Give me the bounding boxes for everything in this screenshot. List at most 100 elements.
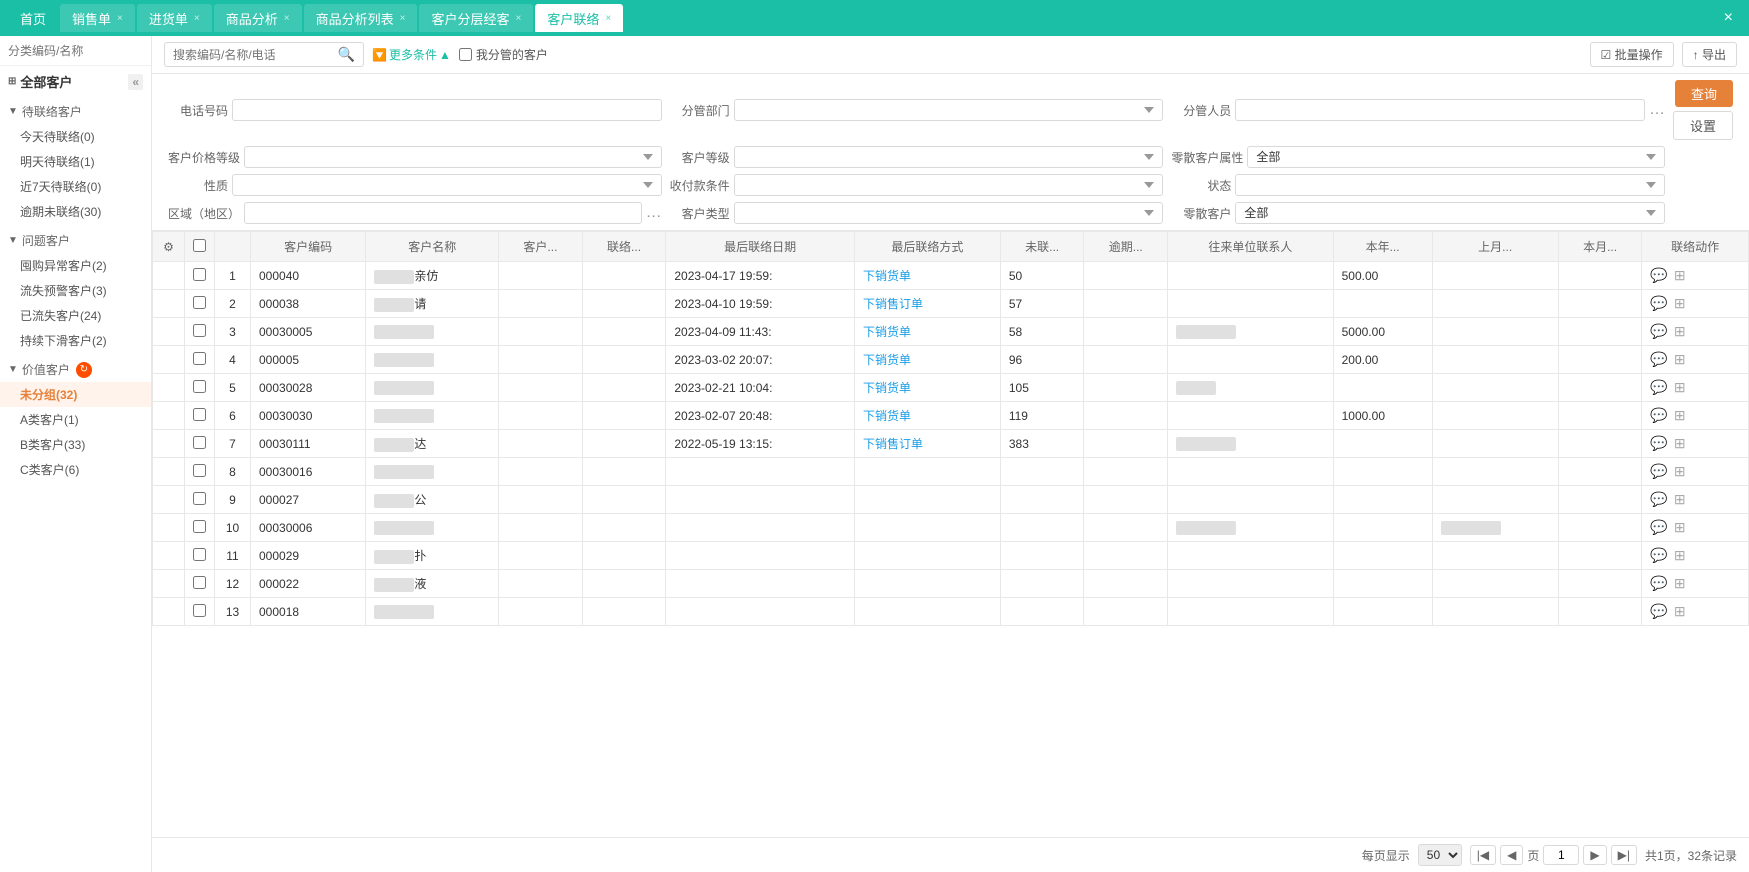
tab-sales-close[interactable]: × — [117, 13, 123, 24]
message-icon[interactable]: 💬 — [1650, 463, 1667, 480]
message-icon[interactable]: 💬 — [1650, 351, 1667, 368]
grid-action-icon[interactable]: ⊞ — [1674, 435, 1686, 452]
sidebar-item-hoard[interactable]: 囤购异常客户(2) — [0, 253, 151, 278]
row-checkbox[interactable] — [193, 576, 206, 589]
cell-check[interactable] — [185, 402, 215, 430]
last-method-link[interactable]: 下销货单 — [863, 381, 911, 395]
tab-customer-contact-close[interactable]: × — [605, 13, 611, 24]
row-checkbox[interactable] — [193, 352, 206, 365]
sidebar-item-class-c[interactable]: C类客户(6) — [0, 457, 151, 482]
person-dots[interactable]: … — [1649, 101, 1665, 119]
row-checkbox[interactable] — [193, 604, 206, 617]
message-icon[interactable]: 💬 — [1650, 519, 1667, 536]
tab-customer-contact[interactable]: 客户联络 × — [535, 4, 623, 32]
cell-check[interactable] — [185, 598, 215, 626]
cell-check[interactable] — [185, 430, 215, 458]
tab-sales[interactable]: 销售单 × — [60, 4, 135, 32]
row-checkbox[interactable] — [193, 548, 206, 561]
message-icon[interactable]: 💬 — [1650, 267, 1667, 284]
cell-check[interactable] — [185, 290, 215, 318]
prev-page-button[interactable]: ◀ — [1500, 845, 1523, 865]
first-page-button[interactable]: |◀ — [1470, 845, 1496, 865]
grid-action-icon[interactable]: ⊞ — [1674, 351, 1686, 368]
grid-action-icon[interactable]: ⊞ — [1674, 603, 1686, 620]
more-conditions-button[interactable]: 🔽 更多条件 ▲ — [372, 46, 451, 63]
grid-action-icon[interactable]: ⊞ — [1674, 463, 1686, 480]
cell-check[interactable] — [185, 346, 215, 374]
row-checkbox[interactable] — [193, 408, 206, 421]
grid-action-icon[interactable]: ⊞ — [1674, 407, 1686, 424]
page-input[interactable] — [1543, 845, 1579, 865]
grid-action-icon[interactable]: ⊞ — [1674, 575, 1686, 592]
sidebar-item-class-a[interactable]: A类客户(1) — [0, 407, 151, 432]
payment-select[interactable] — [734, 174, 1164, 196]
sidebar-item-tomorrow[interactable]: 明天待联络(1) — [0, 149, 151, 174]
row-checkbox[interactable] — [193, 436, 206, 449]
sidebar-collapse-button[interactable]: « — [128, 74, 143, 90]
tab-product-analysis-close[interactable]: × — [284, 13, 290, 24]
customer-type-select[interactable] — [734, 202, 1164, 224]
message-icon[interactable]: 💬 — [1650, 575, 1667, 592]
gender-select[interactable] — [232, 174, 662, 196]
retail-attr-select[interactable]: 全部 — [1247, 146, 1665, 168]
sidebar-search-input[interactable] — [8, 44, 152, 58]
window-close-button[interactable]: × — [1716, 9, 1741, 27]
sidebar-item-today[interactable]: 今天待联络(0) — [0, 124, 151, 149]
person-input[interactable] — [1235, 99, 1645, 121]
sidebar-group-problem-title[interactable]: ▼ 问题客户 — [0, 228, 151, 253]
cell-check[interactable] — [185, 486, 215, 514]
export-button[interactable]: ↑ 导出 — [1682, 42, 1737, 67]
grid-action-icon[interactable]: ⊞ — [1674, 519, 1686, 536]
grid-action-icon[interactable]: ⊞ — [1674, 267, 1686, 284]
reset-button[interactable]: 设置 — [1673, 111, 1733, 140]
area-dots[interactable]: … — [646, 204, 662, 222]
my-customers-checkbox[interactable] — [459, 48, 472, 61]
area-input[interactable] — [244, 202, 642, 224]
cell-check[interactable] — [185, 458, 215, 486]
customer-level-select[interactable] — [734, 146, 1164, 168]
tab-customer-tier[interactable]: 客户分层经客 × — [419, 4, 533, 32]
tab-purchase-close[interactable]: × — [194, 13, 200, 24]
sidebar-item-class-b[interactable]: B类客户(33) — [0, 432, 151, 457]
last-method-link[interactable]: 下销货单 — [863, 325, 911, 339]
phone-input[interactable] — [232, 99, 662, 121]
cell-check[interactable] — [185, 318, 215, 346]
last-method-link[interactable]: 下销货单 — [863, 269, 911, 283]
tab-customer-tier-close[interactable]: × — [515, 13, 521, 24]
grid-action-icon[interactable]: ⊞ — [1674, 295, 1686, 312]
dept-select[interactable] — [734, 99, 1164, 121]
last-method-link[interactable]: 下销售订单 — [863, 437, 923, 451]
message-icon[interactable]: 💬 — [1650, 379, 1667, 396]
cell-check[interactable] — [185, 374, 215, 402]
page-size-select[interactable]: 50 — [1418, 844, 1462, 866]
price-level-select[interactable] — [244, 146, 662, 168]
tab-product-list[interactable]: 商品分析列表 × — [304, 4, 418, 32]
sidebar-item-overdue[interactable]: 逾期未联络(30) — [0, 199, 151, 224]
search-icon[interactable]: 🔍 — [338, 46, 355, 63]
last-page-button[interactable]: ▶| — [1611, 845, 1637, 865]
message-icon[interactable]: 💬 — [1650, 295, 1667, 312]
row-checkbox[interactable] — [193, 520, 206, 533]
search-input[interactable] — [173, 48, 334, 62]
grid-action-icon[interactable]: ⊞ — [1674, 323, 1686, 340]
row-checkbox[interactable] — [193, 296, 206, 309]
sidebar-group-value-title[interactable]: ▼ 价值客户 ↻ — [0, 357, 151, 382]
batch-op-button[interactable]: ☑ 批量操作 — [1590, 42, 1674, 67]
sidebar-item-7days[interactable]: 近7天待联络(0) — [0, 174, 151, 199]
message-icon[interactable]: 💬 — [1650, 407, 1667, 424]
sidebar-group-pending-title[interactable]: ▼ 待联络客户 — [0, 99, 151, 124]
my-customers-checkbox-label[interactable]: 我分管的客户 — [459, 46, 548, 63]
sidebar-item-churn-warn[interactable]: 流失预警客户(3) — [0, 278, 151, 303]
tab-purchase[interactable]: 进货单 × — [137, 4, 212, 32]
cell-check[interactable] — [185, 262, 215, 290]
sidebar-item-unclassified[interactable]: 未分组(32) — [0, 382, 151, 407]
row-checkbox[interactable] — [193, 380, 206, 393]
retail-customer-select[interactable]: 全部 — [1235, 202, 1665, 224]
message-icon[interactable]: 💬 — [1650, 603, 1667, 620]
sidebar-item-declining[interactable]: 持续下滑客户(2) — [0, 328, 151, 353]
cell-check[interactable] — [185, 570, 215, 598]
cell-check[interactable] — [185, 542, 215, 570]
message-icon[interactable]: 💬 — [1650, 435, 1667, 452]
row-checkbox[interactable] — [193, 324, 206, 337]
message-icon[interactable]: 💬 — [1650, 323, 1667, 340]
